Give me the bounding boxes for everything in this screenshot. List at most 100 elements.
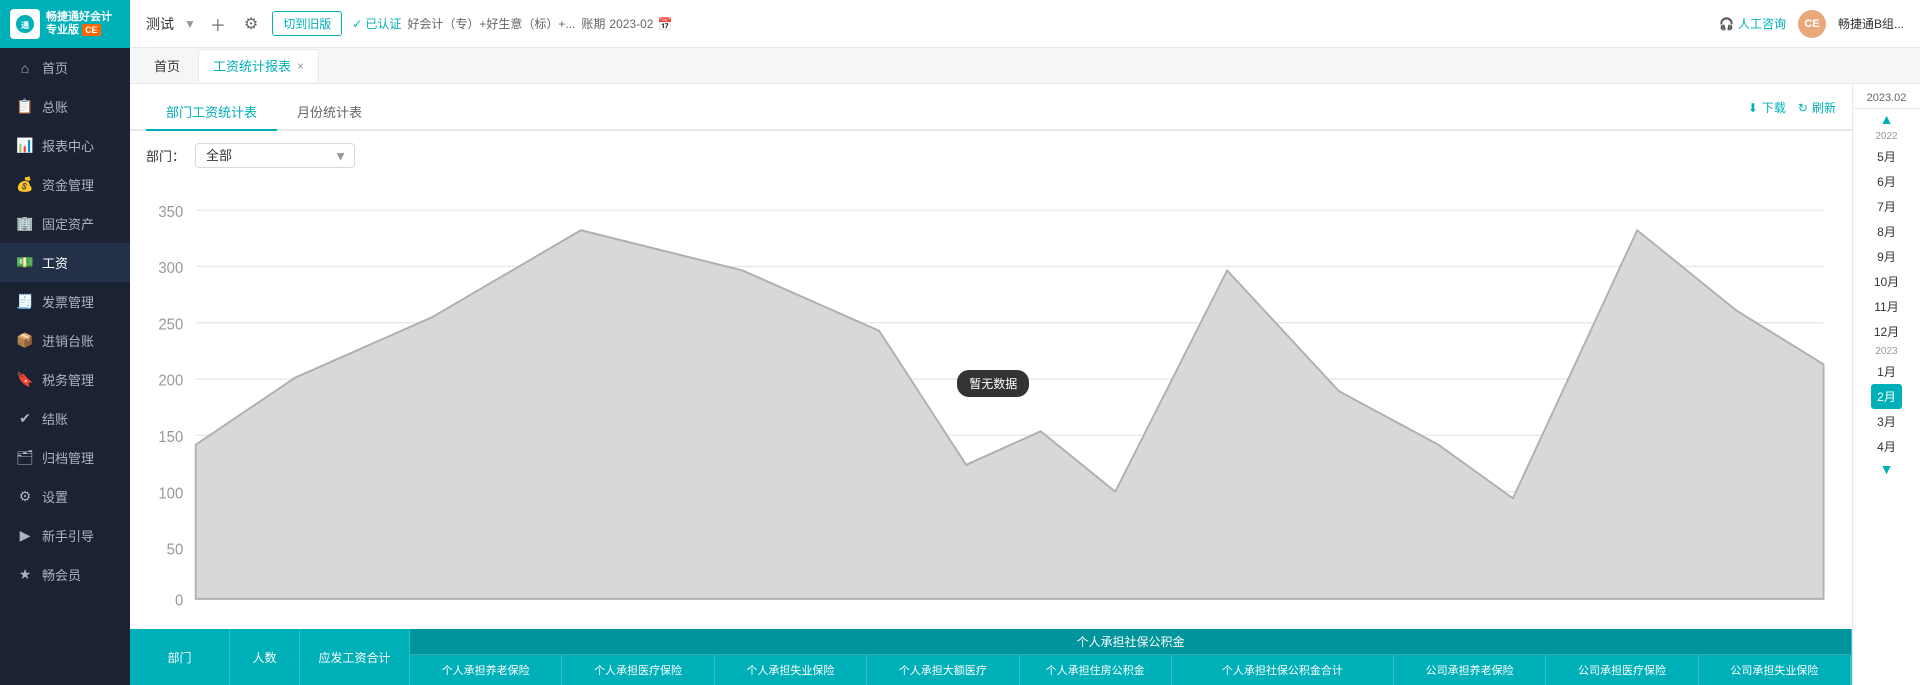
- sidebar-item-settings[interactable]: ⚙ 设置: [0, 477, 130, 516]
- settlement-icon: ✔: [16, 410, 34, 427]
- date-panel-header: 2023.02: [1853, 88, 1920, 109]
- svg-text:50: 50: [167, 541, 184, 559]
- guide-icon: ▶: [16, 527, 34, 544]
- tab-salary-report[interactable]: 工资统计报表 ×: [198, 49, 319, 82]
- tab-home[interactable]: 首页: [140, 50, 194, 81]
- sidebar-label-sales: 进销台账: [42, 331, 94, 350]
- main-panel: 部门工资统计表 月份统计表 ⬇ 下载 ↻ 刷新 部门：: [130, 84, 1852, 685]
- sidebar-label-home: 首页: [42, 58, 68, 77]
- subtab-dept[interactable]: 部门工资统计表: [146, 94, 277, 131]
- col-personal-medical: 个人承担医疗保险: [562, 655, 714, 685]
- sidebar-item-funds[interactable]: 💰 资金管理: [0, 165, 130, 204]
- month-item-2022-8月[interactable]: 8月: [1871, 219, 1901, 244]
- col-personal-pension: 个人承担养老保险: [410, 655, 562, 685]
- edition-badge: CE: [82, 24, 101, 36]
- sidebar-label-funds: 资金管理: [42, 175, 94, 194]
- app-logo: 通 畅捷通好会计 专业版 CE: [0, 0, 130, 48]
- calendar-icon[interactable]: 📅: [657, 17, 672, 31]
- app-edition: 专业版 CE: [46, 24, 112, 37]
- download-button[interactable]: ⬇ 下载: [1748, 99, 1786, 116]
- svg-text:0: 0: [175, 592, 184, 610]
- switch-old-button[interactable]: 切到旧版: [272, 11, 342, 36]
- group-personal-label: 个人承担社保公积金: [410, 629, 1851, 655]
- app-name: 畅捷通好会计: [46, 11, 112, 24]
- subtab-month[interactable]: 月份统计表: [277, 94, 382, 131]
- settings-icon[interactable]: ⚙: [240, 12, 262, 36]
- sidebar-nav: ⌂首页 📋 总账 📊 报表中心 💰 资金管理 🏢固定资产 💵 工资 🧾发票管理 📦 进销台账 🔖 税务管理 ✔…: [0, 48, 130, 594]
- sales-icon: 📦: [16, 332, 34, 349]
- company-dropdown-arrow[interactable]: ▼: [184, 17, 196, 31]
- month-item-2022-5月[interactable]: 5月: [1871, 144, 1901, 169]
- sidebar-item-settlement[interactable]: ✔结账: [0, 399, 130, 438]
- svg-text:通: 通: [21, 20, 29, 30]
- ledger-icon: 📋: [16, 98, 34, 115]
- sidebar-label-guide: 新手引导: [42, 526, 94, 545]
- sidebar-item-ledger[interactable]: 📋 总账: [0, 87, 130, 126]
- funds-icon: 💰: [16, 176, 34, 193]
- chart-container: 350 300 250 200 150 100 50 0: [146, 190, 1836, 619]
- sidebar-item-reports[interactable]: 📊 报表中心: [0, 126, 130, 165]
- sidebar-item-tax[interactable]: 🔖 税务管理: [0, 360, 130, 399]
- subtab-bar: 部门工资统计表 月份统计表 ⬇ 下载 ↻ 刷新: [130, 84, 1852, 131]
- sidebar-item-assets[interactable]: 🏢固定资产: [0, 204, 130, 243]
- date-up-button[interactable]: ▲: [1878, 109, 1896, 129]
- topbar-badges: ✓ 已认证 好会计（专）+好生意（标）+... 账期 2023-02 📅: [352, 15, 1709, 32]
- topbar: 测试 ▼ ＋ ⚙ 切到旧版 ✓ 已认证 好会计（专）+好生意（标）+... 账期…: [130, 0, 1920, 48]
- month-item-2023-1月[interactable]: 1月: [1871, 359, 1901, 384]
- col-personal-serious-medical: 个人承担大额医疗: [867, 655, 1019, 685]
- month-item-2022-11月[interactable]: 11月: [1871, 294, 1901, 319]
- refresh-button[interactable]: ↻ 刷新: [1798, 99, 1836, 116]
- tab-bar: 首页 工资统计报表 ×: [130, 48, 1920, 84]
- salary-icon: 💵: [16, 254, 34, 271]
- consultant-button[interactable]: 🎧 人工咨询: [1719, 15, 1786, 32]
- month-item-2023-2月[interactable]: 2月: [1871, 384, 1901, 409]
- content-area: 部门工资统计表 月份统计表 ⬇ 下载 ↻ 刷新 部门：: [130, 84, 1920, 685]
- sidebar-item-member[interactable]: ★畅会员: [0, 555, 130, 594]
- sidebar-label-salary: 工资: [42, 253, 68, 272]
- sidebar-label-member: 畅会员: [42, 565, 81, 584]
- certified-badge: ✓ 已认证: [352, 15, 401, 32]
- date-months: 20225月6月7月8月9月10月11月12月20231月2月3月4月: [1871, 129, 1901, 459]
- period-info: 账期 2023-02 📅: [581, 15, 672, 32]
- dept-select[interactable]: 全部 销售部 财务部 人事部 技术部: [195, 143, 355, 168]
- tax-icon: 🔖: [16, 371, 34, 388]
- month-item-2023-3月[interactable]: 3月: [1871, 409, 1901, 434]
- sidebar-item-invoice[interactable]: 🧾发票管理: [0, 282, 130, 321]
- date-panel: 2023.02 ▲ 20225月6月7月8月9月10月11月12月20231月2…: [1852, 84, 1920, 685]
- month-item-2022-7月[interactable]: 7月: [1871, 194, 1901, 219]
- sidebar-label-ledger: 总账: [42, 97, 68, 116]
- subtab-actions: ⬇ 下载 ↻ 刷新: [1748, 99, 1836, 124]
- add-button[interactable]: ＋: [206, 10, 230, 38]
- reports-icon: 📊: [16, 137, 34, 154]
- year-label-2022: 2022: [1871, 129, 1901, 144]
- sidebar-item-salary[interactable]: 💵 工资: [0, 243, 130, 282]
- dept-filter-label: 部门：: [146, 146, 185, 165]
- month-item-2022-10月[interactable]: 10月: [1871, 269, 1901, 294]
- filter-bar: 部门： 全部 销售部 财务部 人事部 技术部 ▼: [130, 131, 1852, 180]
- logo-icon: 通: [10, 9, 40, 39]
- sidebar-label-reports: 报表中心: [42, 136, 94, 155]
- assets-icon: 🏢: [16, 215, 34, 232]
- month-item-2022-12月[interactable]: 12月: [1871, 319, 1901, 344]
- sidebar-item-sales[interactable]: 📦 进销台账: [0, 321, 130, 360]
- user-avatar: CE: [1798, 10, 1826, 38]
- certified-icon: ✓: [352, 17, 362, 31]
- svg-text:250: 250: [158, 316, 183, 334]
- sidebar-item-guide[interactable]: ▶ 新手引导: [0, 516, 130, 555]
- headset-icon: 🎧: [1719, 17, 1734, 31]
- settings-icon: ⚙: [16, 488, 34, 505]
- svg-text:100: 100: [158, 485, 183, 503]
- month-item-2022-9月[interactable]: 9月: [1871, 244, 1901, 269]
- sidebar-item-home[interactable]: ⌂首页: [0, 48, 130, 87]
- company-name: 测试: [146, 14, 174, 34]
- user-name[interactable]: 畅捷通B组...: [1838, 15, 1904, 32]
- month-item-2022-6月[interactable]: 6月: [1871, 169, 1901, 194]
- sidebar-item-archive[interactable]: 🗂归档管理: [0, 438, 130, 477]
- refresh-icon: ↻: [1798, 101, 1808, 115]
- tab-close-button[interactable]: ×: [297, 59, 304, 73]
- month-item-2023-4月[interactable]: 4月: [1871, 434, 1901, 459]
- sidebar-label-settings: 设置: [42, 487, 68, 506]
- sidebar-label-tax: 税务管理: [42, 370, 94, 389]
- invoice-icon: 🧾: [16, 293, 34, 310]
- date-down-button[interactable]: ▼: [1878, 459, 1896, 479]
